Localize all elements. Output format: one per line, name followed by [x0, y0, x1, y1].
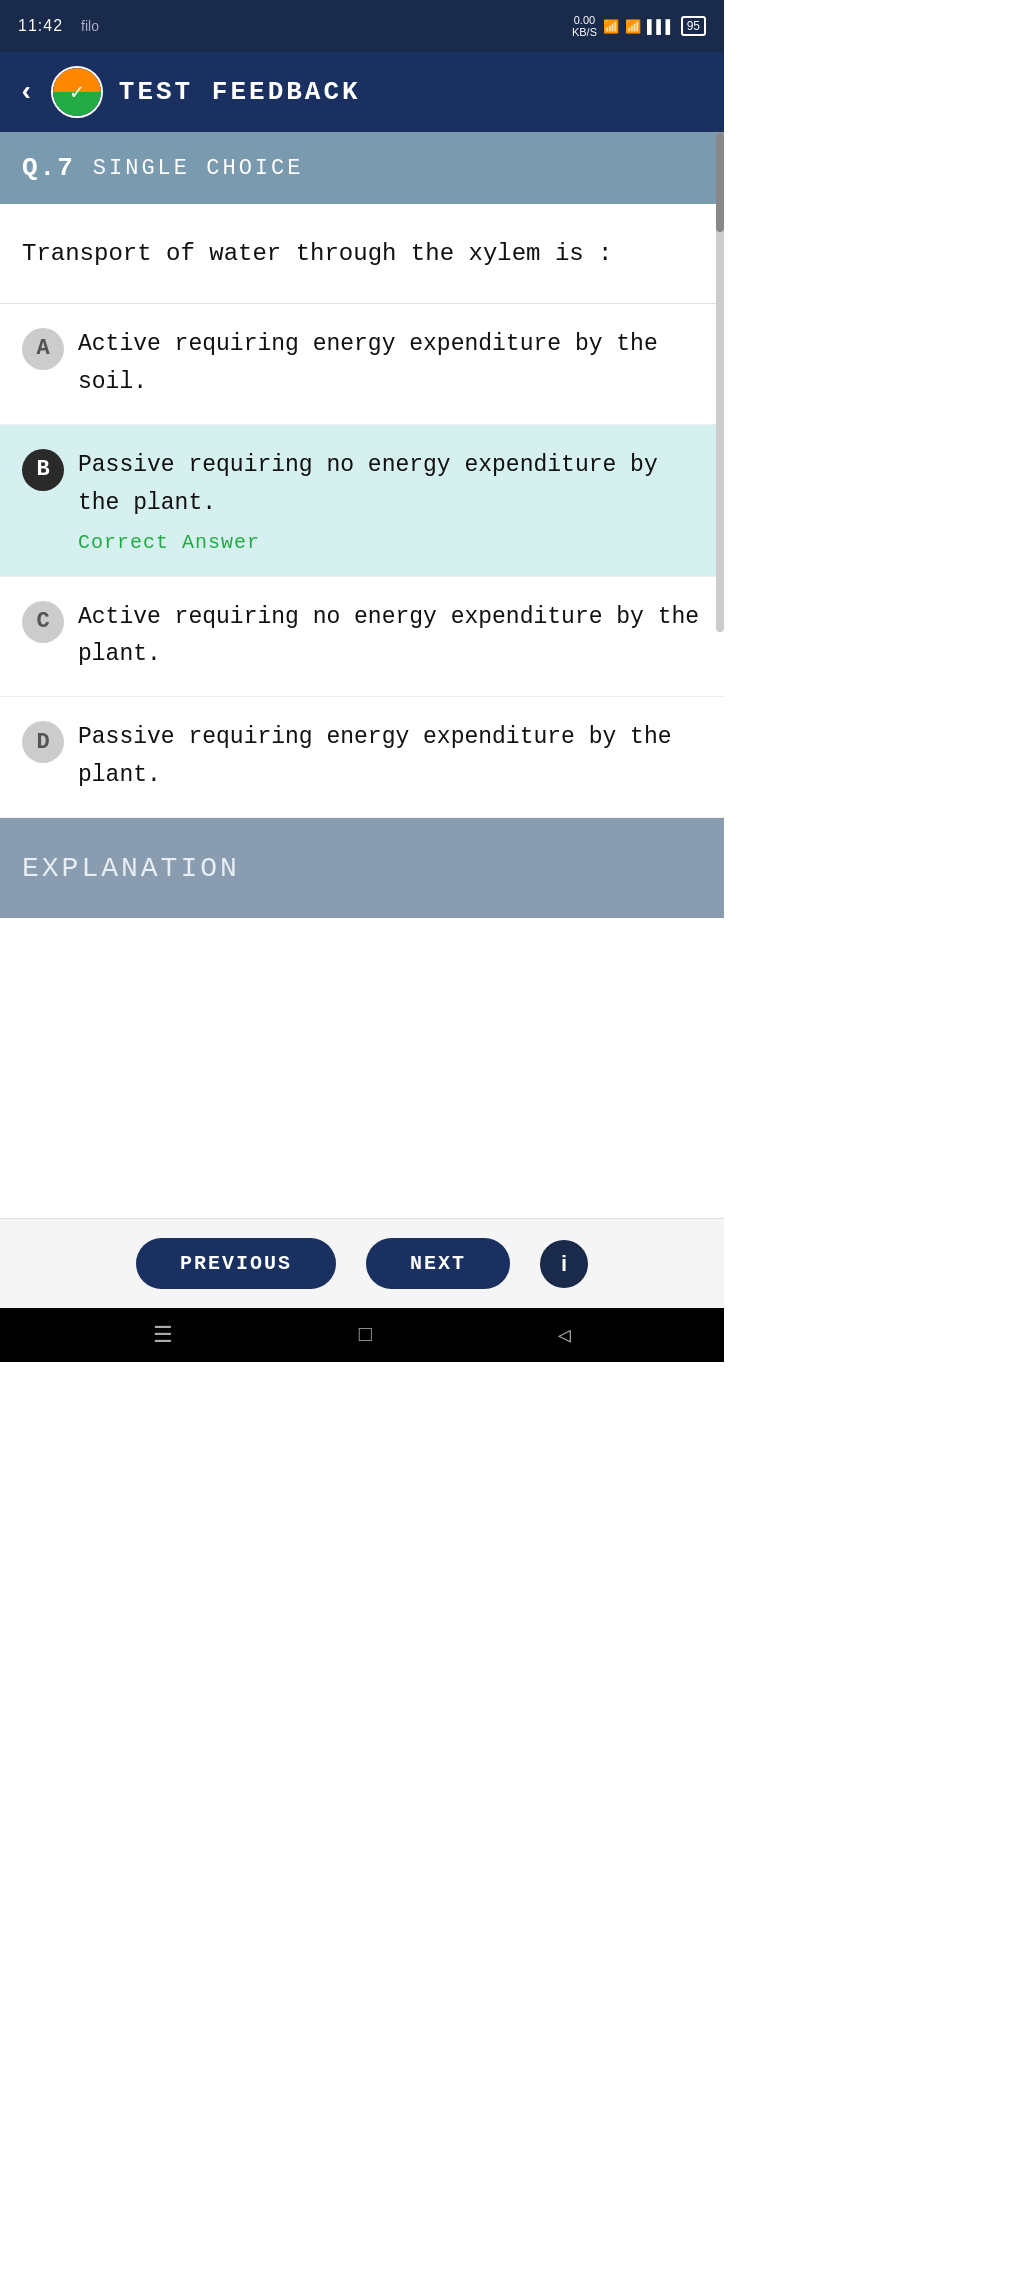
- android-home-icon[interactable]: □: [359, 1323, 372, 1348]
- logo-check-icon: ✓: [70, 79, 83, 106]
- option-d-text: Passive requiring energy expenditure by …: [78, 719, 702, 795]
- correct-answer-badge: Correct Answer: [78, 531, 702, 554]
- explanation-content: [0, 918, 724, 1218]
- option-b[interactable]: B Passive requiring no energy expenditur…: [0, 425, 724, 577]
- option-a-text: Active requiring energy expenditure by t…: [78, 326, 702, 402]
- question-text-area: Transport of water through the xylem is …: [0, 204, 724, 304]
- option-b-label: B: [22, 449, 64, 491]
- option-a[interactable]: A Active requiring energy expenditure by…: [0, 304, 724, 425]
- android-menu-icon[interactable]: ☰: [153, 1322, 173, 1349]
- question-number: Q.7: [22, 153, 75, 183]
- question-type: SINGLE CHOICE: [93, 156, 304, 181]
- wifi-icon: 📶: [603, 19, 619, 34]
- scrollbar[interactable]: [716, 132, 724, 632]
- status-time: 11:42: [18, 17, 63, 35]
- next-button[interactable]: NEXT: [366, 1238, 510, 1289]
- info-button[interactable]: i: [540, 1240, 588, 1288]
- status-bar: 11:42 filo 0.00KB/S 📶 📶 ▌▌▌ 95: [0, 0, 724, 52]
- question-text: Transport of water through the xylem is …: [22, 234, 702, 275]
- option-b-text: Passive requiring no energy expenditure …: [78, 447, 702, 523]
- logo: ✓: [51, 66, 103, 118]
- header: ‹ ✓ TEST FEEDBACK: [0, 52, 724, 132]
- bottom-nav: PREVIOUS NEXT i: [0, 1218, 724, 1308]
- question-header: Q.7 SINGLE CHOICE: [0, 132, 724, 204]
- option-d-label: D: [22, 721, 64, 763]
- data-speed-icon: 0.00KB/S: [572, 14, 597, 38]
- explanation-section[interactable]: EXPLANATION: [0, 818, 724, 918]
- previous-button[interactable]: PREVIOUS: [136, 1238, 336, 1289]
- scrollbar-thumb[interactable]: [716, 132, 724, 232]
- explanation-title: EXPLANATION: [22, 853, 240, 884]
- network-bars-icon: ▌▌▌: [647, 19, 675, 34]
- battery-icon: 95: [681, 16, 706, 36]
- android-nav-bar: ☰ □ ◁: [0, 1308, 724, 1362]
- back-button[interactable]: ‹: [18, 77, 35, 108]
- option-c[interactable]: C Active requiring no energy expenditure…: [0, 577, 724, 698]
- status-icons: 0.00KB/S 📶 📶 ▌▌▌ 95: [572, 14, 706, 38]
- option-d[interactable]: D Passive requiring energy expenditure b…: [0, 697, 724, 818]
- option-c-label: C: [22, 601, 64, 643]
- status-app: filo: [81, 18, 99, 34]
- header-title: TEST FEEDBACK: [119, 77, 361, 107]
- option-a-label: A: [22, 328, 64, 370]
- android-back-icon[interactable]: ◁: [558, 1322, 571, 1349]
- signal-icon: 📶: [625, 19, 641, 34]
- option-c-text: Active requiring no energy expenditure b…: [78, 599, 702, 675]
